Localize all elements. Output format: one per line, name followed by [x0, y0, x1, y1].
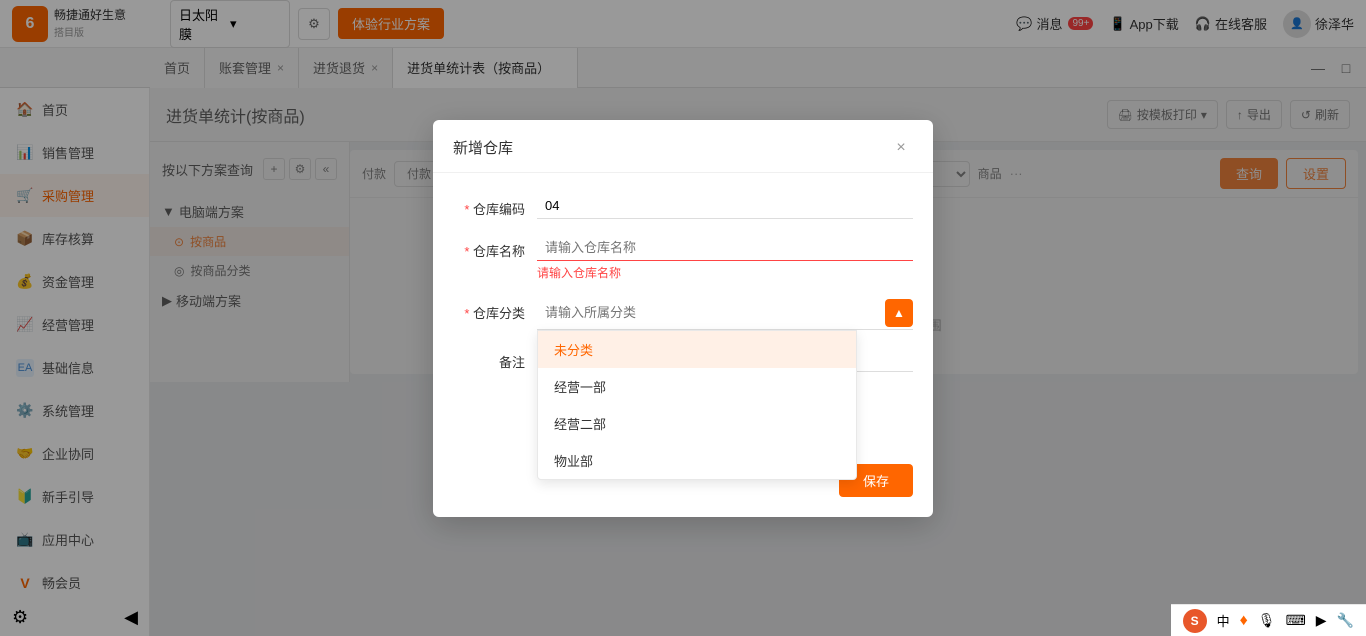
bottom-tool-icon[interactable]: 🔧 [1337, 612, 1354, 629]
category-dropdown-button[interactable]: ▲ [885, 299, 913, 327]
remark-label: 备注 [453, 346, 525, 371]
modal-close-button[interactable]: × [889, 136, 913, 160]
category-input[interactable] [537, 300, 885, 325]
warehouse-name-row: 仓库名称 请输入仓库名称 [453, 235, 913, 281]
dropdown-item-0[interactable]: 未分类 [538, 331, 856, 368]
warehouse-code-input[interactable] [537, 193, 913, 219]
warehouse-code-row: 仓库编码 [453, 193, 913, 219]
modal-add-warehouse: 新增仓库 × 仓库编码 仓库名称 请输入仓库名称 仓库分类 [433, 120, 933, 517]
warehouse-name-error: 请输入仓库名称 [537, 264, 913, 281]
category-dropdown-list: 未分类 经营一部 经营二部 物业部 [537, 330, 857, 480]
dropdown-item-3[interactable]: 物业部 [538, 442, 856, 479]
bottom-dot-icon: ♦ [1240, 612, 1248, 630]
category-wrap: ▲ 未分类 经营一部 经营二部 物业部 [537, 297, 913, 330]
warehouse-category-row: 仓库分类 ▲ 未分类 经营一部 [453, 297, 913, 330]
warehouse-category-label: 仓库分类 [453, 297, 525, 322]
warehouse-code-label: 仓库编码 [453, 193, 525, 218]
modal-title: 新增仓库 [453, 137, 513, 158]
dropdown-item-2[interactable]: 经营二部 [538, 405, 856, 442]
bottom-bar: S 中 ♦ 🎙 ⌨ ▶ 🔧 [1171, 604, 1366, 636]
dropdown-item-1[interactable]: 经营一部 [538, 368, 856, 405]
s-icon: S [1183, 609, 1207, 633]
modal-body: 仓库编码 仓库名称 请输入仓库名称 仓库分类 ▲ [433, 173, 933, 372]
bottom-chinese-icon[interactable]: 中 [1217, 611, 1230, 630]
modal-backdrop: 新增仓库 × 仓库编码 仓库名称 请输入仓库名称 仓库分类 [0, 0, 1366, 636]
bottom-play-icon[interactable]: ▶ [1316, 612, 1327, 629]
warehouse-name-input[interactable] [537, 235, 913, 261]
bottom-keyboard-icon[interactable]: ⌨ [1286, 612, 1306, 629]
modal-header: 新增仓库 × [433, 120, 933, 173]
warehouse-name-label: 仓库名称 [453, 235, 525, 260]
bottom-mic-icon[interactable]: 🎙 [1258, 612, 1276, 629]
